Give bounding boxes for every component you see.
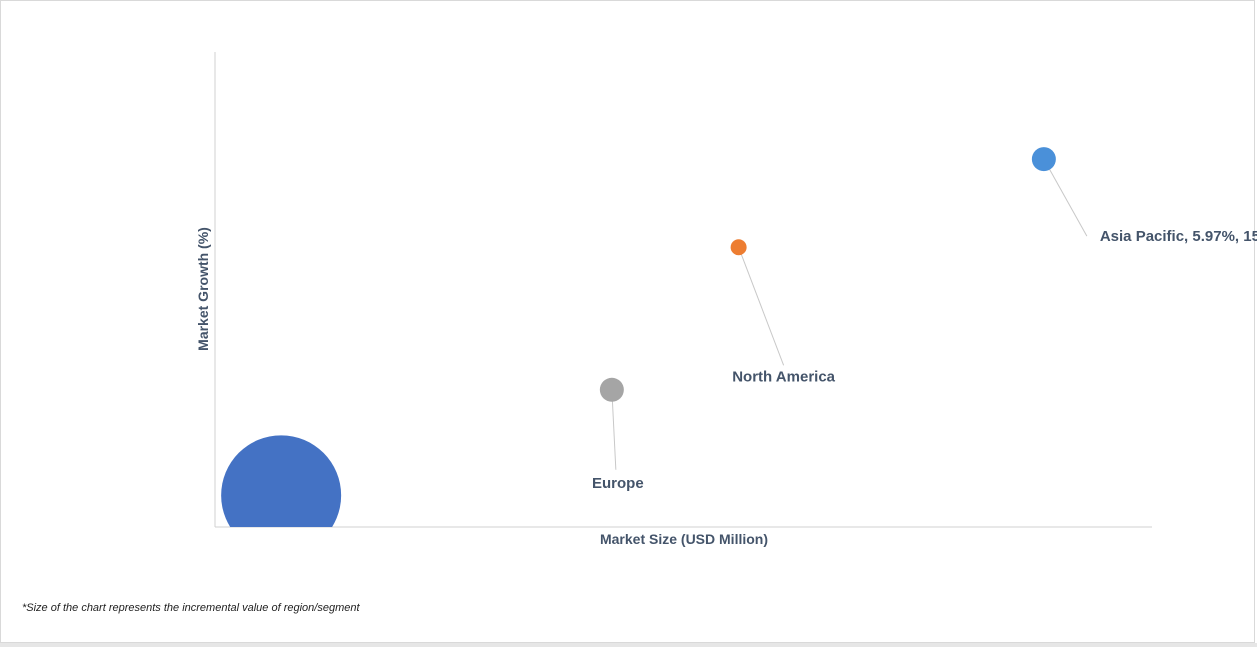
bubble-chart: Asia Pacific, 5.97%, 150.38 North America… [195,52,1257,547]
bubble-unlabeled [221,435,342,527]
leader-line [1043,158,1088,237]
bubble-label: North America [732,368,835,385]
bubble-labels: Asia Pacific, 5.97%, 150.38 North America… [592,228,1257,492]
leader-line [738,247,785,366]
bubble-asia-pacific [1031,147,1056,172]
leader-lines [611,158,1088,470]
bubbles [221,147,1056,527]
footnote: *Size of the chart represents the increm… [22,602,360,614]
x-axis-title: Market Size (USD Million) [600,531,768,547]
bubble-north-america [730,239,747,256]
y-axis-title: Market Growth (%) [195,227,211,351]
bubble-label: Asia Pacific, 5.97%, 150.38 [1100,228,1257,245]
bubble-label: Europe [592,475,644,492]
bubble-europe [599,377,624,402]
leader-line [611,389,617,470]
